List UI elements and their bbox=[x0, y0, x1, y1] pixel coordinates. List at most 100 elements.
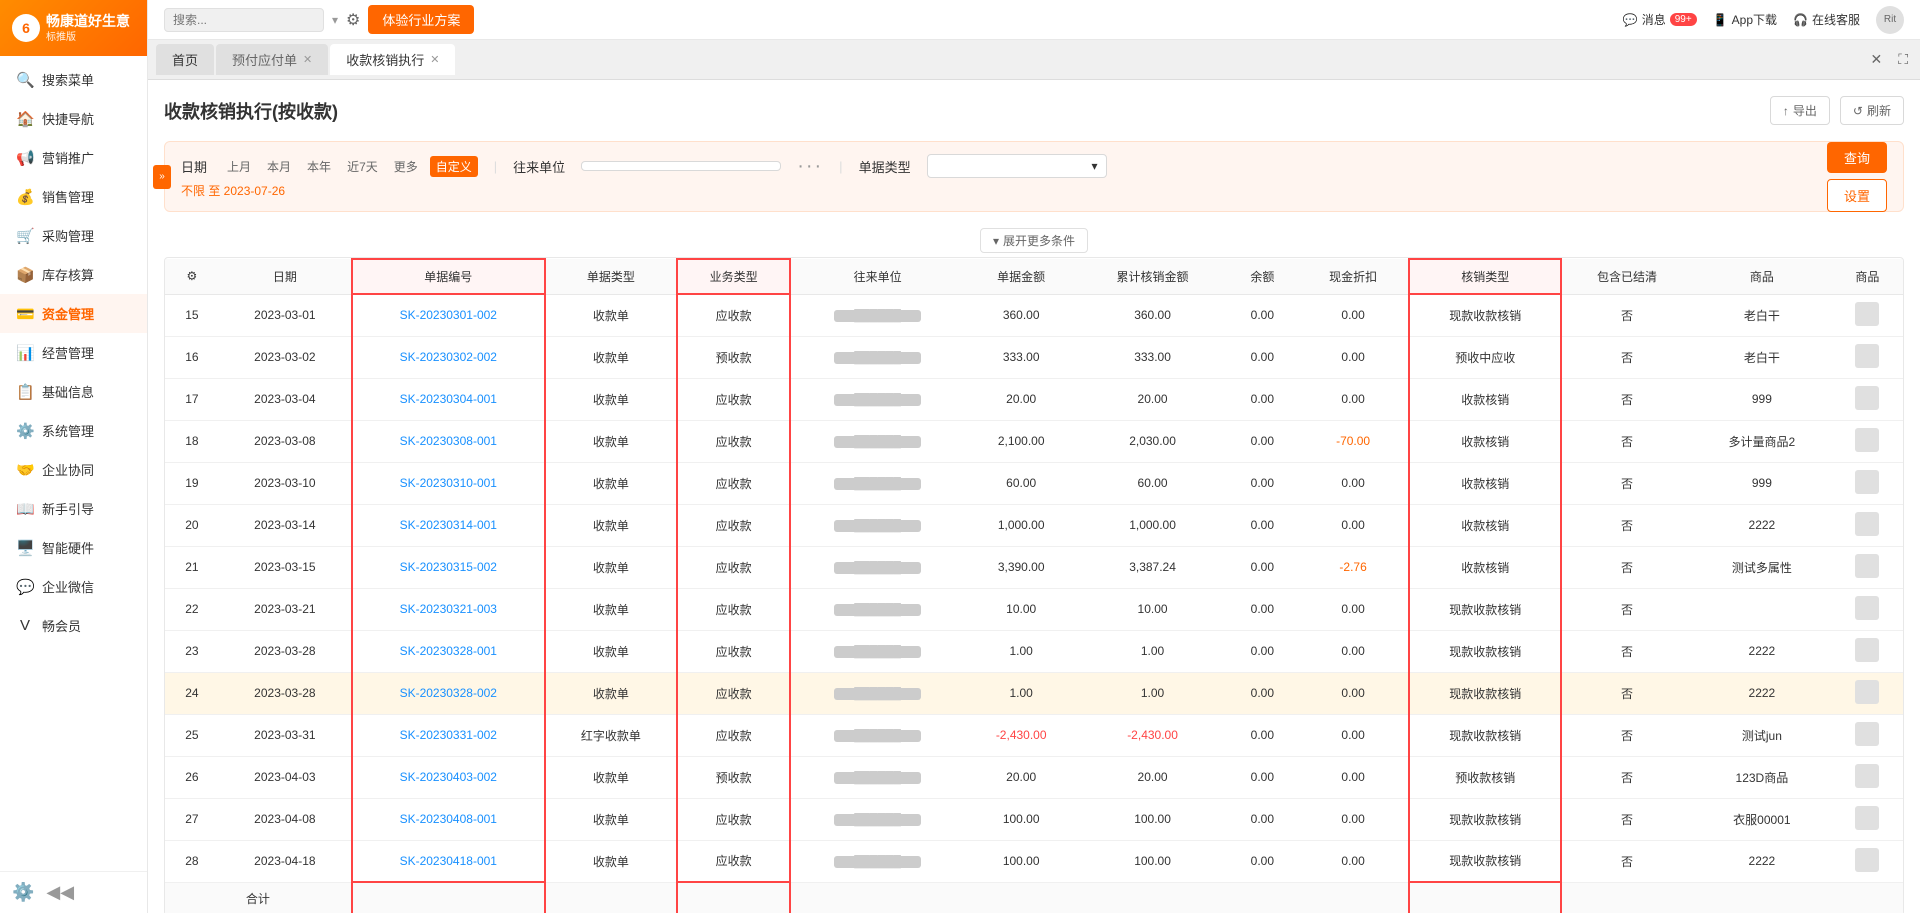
doc-no-link[interactable]: SK-20230302-002 bbox=[400, 350, 497, 364]
col-amount[interactable]: 单据金额 bbox=[964, 259, 1078, 294]
doc-no-link[interactable]: SK-20230328-001 bbox=[400, 644, 497, 658]
cell-doc-no: SK-20230321-003 bbox=[352, 588, 545, 630]
cell-include-settled: 否 bbox=[1561, 336, 1692, 378]
page-title-bar: 收款核销执行(按收款) ↑ 导出 ↺ 刷新 bbox=[164, 96, 1904, 125]
tab-prepay-close-icon[interactable]: ✕ bbox=[303, 53, 312, 66]
doc-no-link[interactable]: SK-20230408-001 bbox=[400, 812, 497, 826]
quicknav-icon: 🏠 bbox=[16, 110, 34, 128]
mobile-icon: 📱 bbox=[1713, 13, 1728, 27]
doc-no-link[interactable]: SK-20230308-001 bbox=[400, 434, 497, 448]
cell-cash-discount: 0.00 bbox=[1298, 462, 1409, 504]
doc-no-link[interactable]: SK-20230301-002 bbox=[400, 308, 497, 322]
sidebar-item-operation[interactable]: 📊经营管理 bbox=[0, 333, 147, 372]
tab-home[interactable]: 首页 bbox=[156, 44, 214, 75]
sidebar-item-hardware[interactable]: 🖥️智能硬件 bbox=[0, 528, 147, 567]
doc-no-link[interactable]: SK-20230315-002 bbox=[400, 560, 497, 574]
table-row: 27 2023-04-08 SK-20230408-001 收款单 应收款 ██… bbox=[165, 798, 1903, 840]
date-this-month[interactable]: 本月 bbox=[263, 156, 295, 177]
doc-no-link[interactable]: SK-20230314-001 bbox=[400, 518, 497, 532]
cell-amount: 3,390.00 bbox=[964, 546, 1078, 588]
col-include-settled[interactable]: 包含已结清 bbox=[1561, 259, 1692, 294]
doc-no-link[interactable]: SK-20230328-002 bbox=[400, 686, 497, 700]
sales-icon: 💰 bbox=[16, 188, 34, 206]
sidebar-item-sales[interactable]: 💰销售管理 bbox=[0, 177, 147, 216]
tab-collection-close-icon[interactable]: ✕ bbox=[430, 53, 439, 66]
app-download-button[interactable]: 📱 App下载 bbox=[1713, 11, 1777, 28]
date-custom[interactable]: 自定义 bbox=[430, 156, 478, 177]
data-table-wrapper: ⚙ 日期 单据编号 单据类型 业务类型 往来单位 单据金额 累计核销金额 余额 … bbox=[164, 257, 1904, 913]
col-doc-type[interactable]: 单据类型 bbox=[545, 259, 677, 294]
tab-collection[interactable]: 收款核销执行 ✕ bbox=[330, 44, 455, 75]
total-cumulative bbox=[1078, 882, 1227, 913]
col-goods-img[interactable]: 商品 bbox=[1832, 259, 1903, 294]
sidebar-item-wechat[interactable]: 💬企业微信 bbox=[0, 567, 147, 606]
sidebar-item-system[interactable]: ⚙️系统管理 bbox=[0, 411, 147, 450]
cell-seq: 16 bbox=[165, 336, 219, 378]
tab-close-all-icon[interactable]: ✕ bbox=[1866, 47, 1886, 72]
date-last-month[interactable]: 上月 bbox=[223, 156, 255, 177]
date-more[interactable]: 更多 bbox=[390, 156, 422, 177]
sidebar-item-quicknav[interactable]: 🏠快捷导航 bbox=[0, 99, 147, 138]
doc-no-link[interactable]: SK-20230310-001 bbox=[400, 476, 497, 490]
cell-counterpart: ██████ bbox=[790, 840, 964, 882]
sidebar-item-enterprise[interactable]: 🤝企业协同 bbox=[0, 450, 147, 489]
doc-no-link[interactable]: SK-20230304-001 bbox=[400, 392, 497, 406]
col-balance[interactable]: 余额 bbox=[1227, 259, 1298, 294]
industry-solution-button[interactable]: 体验行业方案 bbox=[368, 5, 474, 34]
message-button[interactable]: 💬 消息 99+ bbox=[1623, 11, 1697, 28]
sidebar-item-purchase[interactable]: 🛒采购管理 bbox=[0, 216, 147, 255]
sidebar-item-search[interactable]: 🔍搜索菜单 bbox=[0, 60, 147, 99]
cell-goods-img bbox=[1832, 588, 1903, 630]
col-counterpart[interactable]: 往来单位 bbox=[790, 259, 964, 294]
topbar-search-input[interactable] bbox=[164, 8, 324, 32]
settings-footer-icon[interactable]: ⚙️ bbox=[12, 882, 34, 903]
doc-type-select[interactable]: ▾ bbox=[927, 154, 1107, 178]
cell-cumulative: 1.00 bbox=[1078, 672, 1227, 714]
online-service-button[interactable]: 🎧 在线客服 bbox=[1793, 11, 1860, 28]
counterpart-input[interactable] bbox=[581, 161, 781, 171]
sidebar-item-inventory[interactable]: 📦库存核算 bbox=[0, 255, 147, 294]
doc-no-link[interactable]: SK-20230321-003 bbox=[400, 602, 497, 616]
cell-write-off-type: 收款核销 bbox=[1409, 462, 1561, 504]
topbar-gear-icon[interactable]: ⚙ bbox=[346, 10, 360, 30]
col-gear[interactable]: ⚙ bbox=[165, 259, 219, 294]
filter-toggle-button[interactable]: » bbox=[153, 165, 171, 189]
topbar-dropdown-arrow[interactable]: ▾ bbox=[332, 13, 338, 27]
expand-more-button[interactable]: ▾ 展开更多条件 bbox=[980, 228, 1088, 253]
query-button[interactable]: 查询 bbox=[1827, 142, 1887, 173]
doc-no-link[interactable]: SK-20230418-001 bbox=[400, 854, 497, 868]
date-this-year[interactable]: 本年 bbox=[303, 156, 335, 177]
cell-counterpart: ██████ bbox=[790, 420, 964, 462]
date-last-7days[interactable]: 近7天 bbox=[343, 156, 382, 177]
cell-seq: 25 bbox=[165, 714, 219, 756]
sidebar-item-member[interactable]: V畅会员 bbox=[0, 606, 147, 645]
col-biz-type[interactable]: 业务类型 bbox=[677, 259, 790, 294]
doc-no-link[interactable]: SK-20230331-002 bbox=[400, 728, 497, 742]
total-label: 合计 bbox=[165, 882, 352, 913]
settings-button[interactable]: 设置 bbox=[1827, 179, 1887, 212]
export-button[interactable]: ↑ 导出 bbox=[1770, 96, 1830, 125]
date-range-display: 不限 至 2023-07-26 bbox=[181, 182, 1803, 199]
sidebar-item-basic[interactable]: 📋基础信息 bbox=[0, 372, 147, 411]
cell-doc-type: 收款单 bbox=[545, 420, 677, 462]
sidebar-item-marketing[interactable]: 📢营销推广 bbox=[0, 138, 147, 177]
sidebar-item-guide[interactable]: 📖新手引导 bbox=[0, 489, 147, 528]
doc-no-link[interactable]: SK-20230403-002 bbox=[400, 770, 497, 784]
cell-goods: 测试jun bbox=[1692, 714, 1832, 756]
col-date[interactable]: 日期 bbox=[219, 259, 352, 294]
col-write-off-type[interactable]: 核销类型 bbox=[1409, 259, 1561, 294]
user-avatar[interactable]: Rit bbox=[1876, 6, 1904, 34]
cell-amount: 1.00 bbox=[964, 630, 1078, 672]
sidebar-item-capital[interactable]: 💳资金管理 bbox=[0, 294, 147, 333]
more-filter-dots[interactable]: ··· bbox=[797, 155, 823, 178]
collapse-sidebar-icon[interactable]: ◀◀ bbox=[46, 882, 74, 903]
col-doc-no[interactable]: 单据编号 bbox=[352, 259, 545, 294]
col-cash-discount[interactable]: 现金折扣 bbox=[1298, 259, 1409, 294]
col-cumulative[interactable]: 累计核销金额 bbox=[1078, 259, 1227, 294]
refresh-button[interactable]: ↺ 刷新 bbox=[1840, 96, 1904, 125]
cell-cash-discount: 0.00 bbox=[1298, 294, 1409, 336]
cell-seq: 17 bbox=[165, 378, 219, 420]
col-goods[interactable]: 商品 bbox=[1692, 259, 1832, 294]
tab-expand-icon[interactable]: ⛶ bbox=[1894, 47, 1912, 72]
tab-prepay[interactable]: 预付应付单 ✕ bbox=[216, 44, 328, 75]
